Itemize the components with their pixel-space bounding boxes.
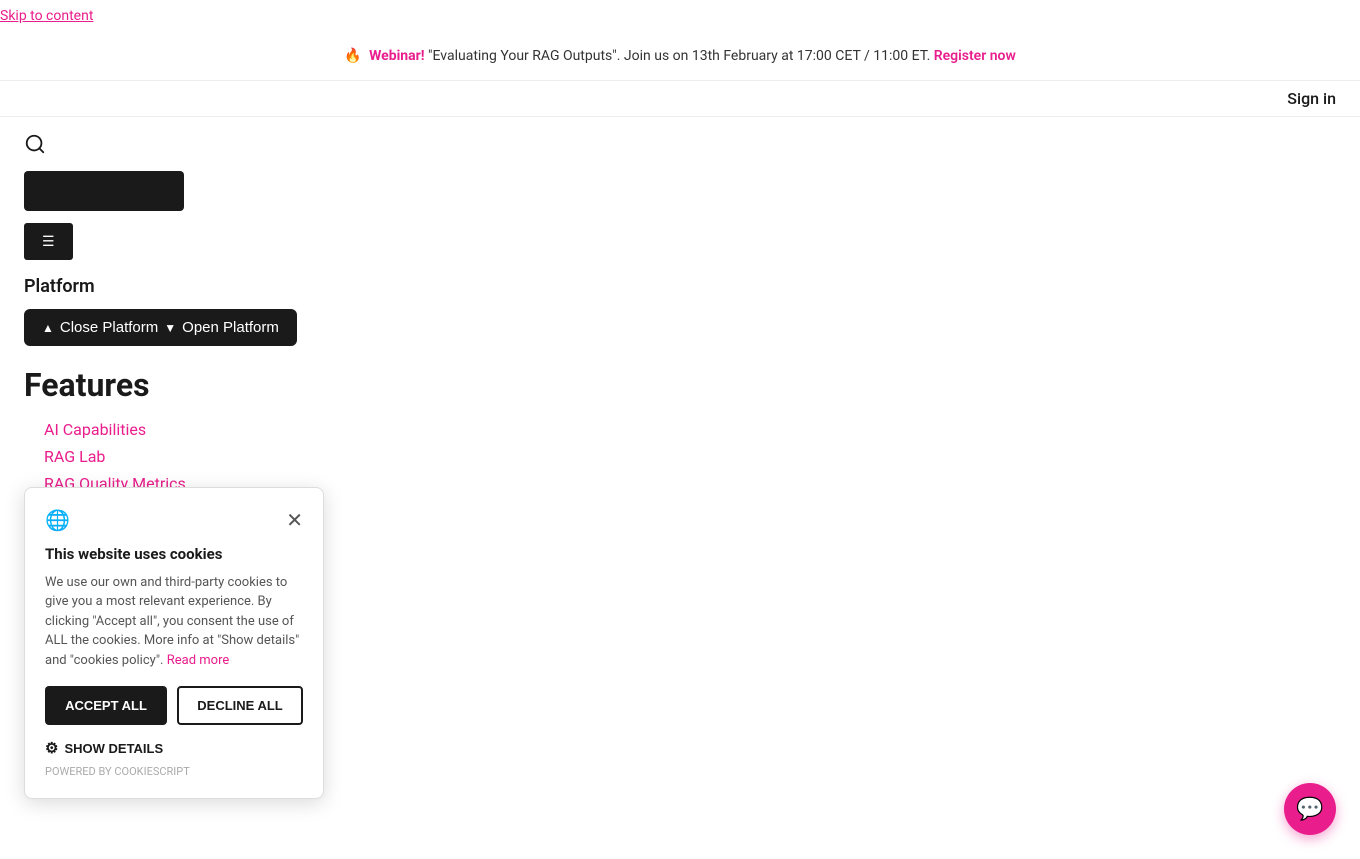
read-more-link[interactable]: Read more [167,653,230,668]
webinar-label: Webinar! [369,48,424,64]
cookie-title: This website uses cookies [45,545,303,563]
nav-link-rag-lab[interactable]: RAG Lab [44,447,1336,466]
toggle-close-label: Close Platform [60,319,158,336]
cookie-body: We use our own and third-party cookies t… [45,573,303,671]
chat-button[interactable]: 💬 [1284,783,1336,835]
show-details-button[interactable]: ⚙ SHOW DETAILS [45,739,163,757]
register-now-link[interactable]: Register now [934,48,1016,64]
sign-in-link[interactable]: Sign in [1287,89,1336,108]
arrow-up-icon: ▲ [42,321,54,335]
platform-toggle-button[interactable]: ▲ Close Platform ▼ Open Platform [24,309,297,346]
gear-icon: ⚙ [45,739,58,757]
platform-label: Platform [24,276,1336,297]
header-top: Sign in [0,81,1360,117]
cookie-popup-header: 🌐 ✕ [45,508,303,533]
chat-icon: 💬 [1296,796,1323,822]
features-links: AI Capabilities RAG Lab RAG Quality Metr… [24,420,1336,493]
accept-all-button[interactable]: ACCEPT ALL [45,686,167,725]
cookie-buttons: ACCEPT ALL DECLINE ALL [45,686,303,725]
nav-link-ai-capabilities[interactable]: AI Capabilities [44,420,1336,439]
globe-icon: 🌐 [45,508,70,532]
arrow-down-icon: ▼ [164,321,176,335]
search-icon [24,133,46,155]
site-logo [24,171,184,211]
skip-to-content-link[interactable]: Skip to content [0,0,1360,32]
show-details-label: SHOW DETAILS [64,741,163,756]
powered-by-label: POWERED BY COOKIESCRIPT [45,765,303,778]
menu-button[interactable]: ☰ [24,223,73,260]
toggle-open-label: Open Platform [182,319,279,336]
cookie-popup: 🌐 ✕ This website uses cookies We use our… [24,487,324,800]
features-heading: Features [24,366,1336,404]
banner-message: "Evaluating Your RAG Outputs". Join us o… [428,48,930,64]
decline-all-button[interactable]: DECLINE ALL [177,686,303,725]
webinar-banner: 🔥 Webinar! "Evaluating Your RAG Outputs"… [0,32,1360,81]
cookie-close-button[interactable]: ✕ [286,508,303,533]
nav-area: ☰ [0,117,1360,276]
search-icon-wrap[interactable] [24,133,1336,159]
fire-emoji: 🔥 [344,48,361,64]
